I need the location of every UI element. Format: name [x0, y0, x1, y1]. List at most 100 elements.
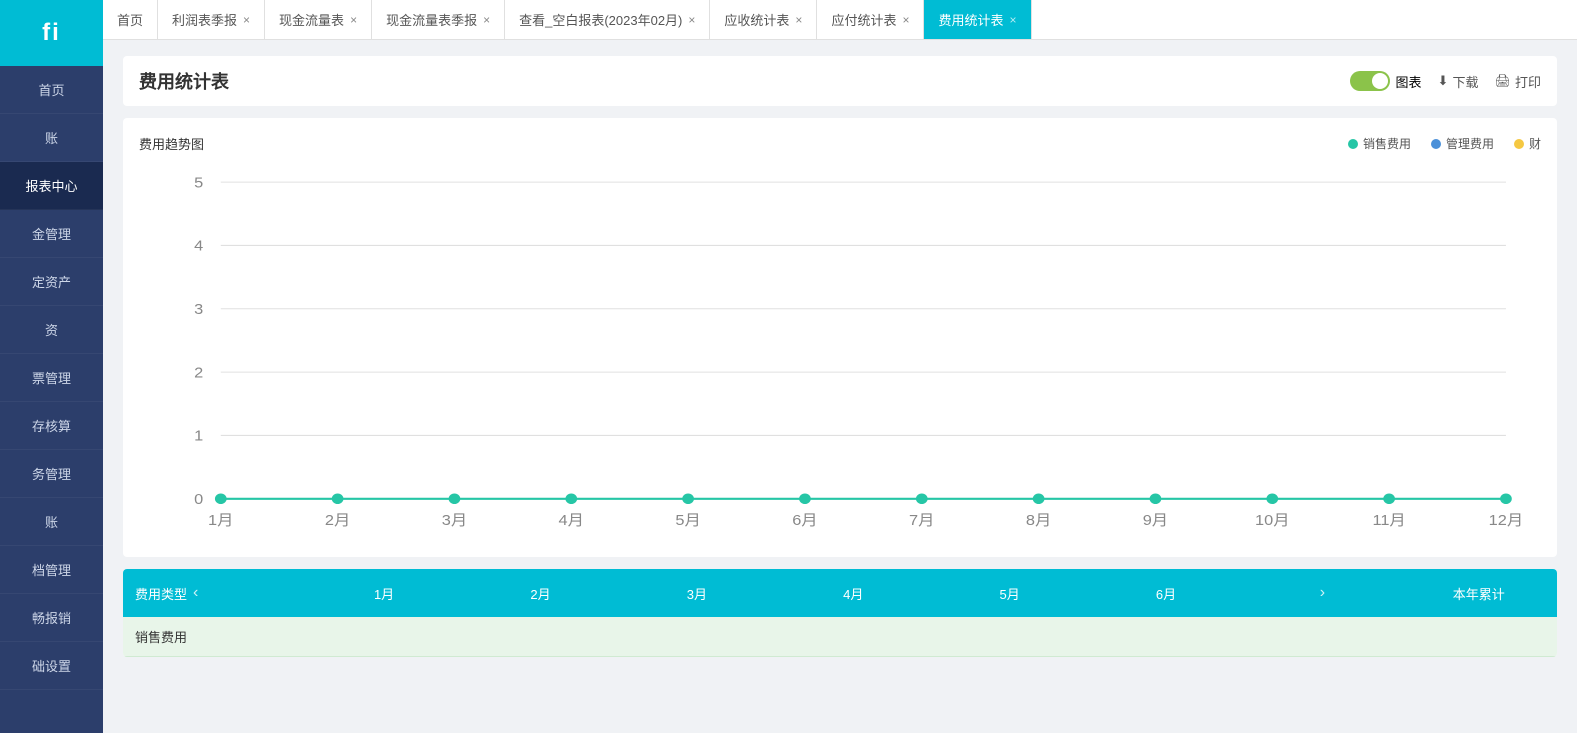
- table-prev-button[interactable]: ‹: [193, 584, 198, 602]
- svg-text:0: 0: [194, 492, 203, 508]
- svg-text:8月: 8月: [1026, 513, 1051, 529]
- close-icon[interactable]: ×: [1009, 13, 1016, 27]
- legend-dot-mgmt: [1431, 139, 1441, 149]
- legend-dot-sales: [1348, 139, 1358, 149]
- chart-title: 费用趋势图: [139, 134, 204, 153]
- chart-header: 费用趋势图 销售费用 管理费用 财: [139, 134, 1541, 153]
- sidebar-item-service-mgmt[interactable]: 务管理: [0, 450, 103, 498]
- chart-section: 费用趋势图 销售费用 管理费用 财: [123, 118, 1557, 557]
- td-m4: [775, 629, 931, 645]
- content-area: 费用统计表 图表 ⬇ 下载 🖨 打印 费用趋势图: [103, 40, 1577, 733]
- td-type: 销售费用: [123, 619, 306, 654]
- line-chart-svg: 0 1 2 3 4 5 1月 2月 3月 4月 5月 6月 7月 8月 9: [139, 161, 1541, 541]
- sidebar-item-basic-settings[interactable]: 础设置: [0, 642, 103, 690]
- svg-text:1月: 1月: [208, 513, 233, 529]
- td-next-placeholder: [1244, 629, 1400, 645]
- svg-text:5: 5: [194, 175, 203, 191]
- print-button[interactable]: 🖨 打印: [1494, 72, 1541, 91]
- svg-text:4月: 4月: [559, 513, 584, 529]
- svg-text:10月: 10月: [1255, 513, 1290, 529]
- th-m6: 6月: [1088, 574, 1244, 613]
- chart-container: 0 1 2 3 4 5 1月 2月 3月 4月 5月 6月 7月 8月 9: [139, 161, 1541, 541]
- close-icon[interactable]: ×: [243, 13, 250, 27]
- tab-payable-stat[interactable]: 应付统计表 ×: [817, 0, 924, 39]
- main-area: 首页 利润表季报 × 现金流量表 × 现金流量表季报 × 查看_空白报表(202…: [103, 0, 1577, 733]
- legend-finance: 财: [1514, 135, 1541, 152]
- td-m1: [306, 629, 462, 645]
- print-label: 打印: [1515, 72, 1541, 91]
- legend-mgmt: 管理费用: [1431, 135, 1494, 152]
- svg-text:7月: 7月: [909, 513, 934, 529]
- sidebar-item-home[interactable]: 首页: [0, 66, 103, 114]
- th-m5: 5月: [931, 574, 1087, 613]
- logo: fi: [0, 0, 103, 66]
- download-label: 下载: [1452, 72, 1478, 91]
- sidebar-item-sales-return[interactable]: 畅报销: [0, 594, 103, 642]
- sidebar-item-inventory[interactable]: 存核算: [0, 402, 103, 450]
- svg-text:2月: 2月: [325, 513, 350, 529]
- td-ytd: [1401, 629, 1557, 645]
- tab-cashflow-quarterly[interactable]: 现金流量表季报 ×: [372, 0, 505, 39]
- sidebar-item-fixed-assets[interactable]: 定资产: [0, 258, 103, 306]
- tab-profit-quarterly[interactable]: 利润表季报 ×: [158, 0, 265, 39]
- tab-bar: 首页 利润表季报 × 现金流量表 × 现金流量表季报 × 查看_空白报表(202…: [103, 0, 1577, 40]
- td-m2: [462, 629, 618, 645]
- legend-label-mgmt: 管理费用: [1446, 135, 1494, 152]
- th-ytd: 本年累计: [1401, 574, 1557, 613]
- tab-receivable[interactable]: 应收统计表 ×: [710, 0, 817, 39]
- th-m3: 3月: [619, 574, 775, 613]
- svg-text:3月: 3月: [442, 513, 467, 529]
- th-next[interactable]: ›: [1244, 574, 1400, 612]
- td-m6: [1088, 629, 1244, 645]
- table-header-row: 费用类型 ‹ 1月 2月 3月 4月 5月 6月 › 本年累计: [123, 569, 1557, 617]
- th-m1: 1月: [306, 574, 462, 613]
- sidebar-item-archive-mgmt[interactable]: 档管理: [0, 546, 103, 594]
- sidebar-item-payable[interactable]: 账: [0, 498, 103, 546]
- svg-text:6月: 6月: [792, 513, 817, 529]
- close-icon[interactable]: ×: [483, 13, 490, 27]
- close-icon[interactable]: ×: [902, 13, 909, 27]
- chart-toggle-wrap: 图表: [1350, 71, 1422, 91]
- sidebar-item-fund-mgmt[interactable]: 金管理: [0, 210, 103, 258]
- sidebar-item-report-center[interactable]: 报表中心: [0, 162, 103, 210]
- svg-text:3: 3: [194, 302, 203, 318]
- th-m4: 4月: [775, 574, 931, 613]
- legend-dot-finance: [1514, 139, 1524, 149]
- table-section: 费用类型 ‹ 1月 2月 3月 4月 5月 6月 › 本年累计 销售费用: [123, 569, 1557, 657]
- sidebar: fi 首页 账 报表中心 金管理 定资产 资 票管理 存核算 务管理 账 档管理…: [0, 0, 103, 733]
- close-icon[interactable]: ×: [688, 13, 695, 27]
- tab-home[interactable]: 首页: [103, 0, 158, 39]
- page-title: 费用统计表: [139, 68, 229, 94]
- legend-label-finance: 财: [1529, 135, 1541, 152]
- tab-blank-report[interactable]: 查看_空白报表(2023年02月) ×: [505, 0, 710, 39]
- legend-sales: 销售费用: [1348, 135, 1411, 152]
- download-icon: ⬇: [1438, 73, 1449, 89]
- svg-text:11月: 11月: [1372, 513, 1405, 529]
- print-icon: 🖨: [1494, 73, 1511, 89]
- table-next-button[interactable]: ›: [1320, 584, 1325, 601]
- th-m2: 2月: [462, 574, 618, 613]
- close-icon[interactable]: ×: [795, 13, 802, 27]
- sidebar-item-investment[interactable]: 资: [0, 306, 103, 354]
- svg-text:4: 4: [194, 238, 203, 254]
- page-header: 费用统计表 图表 ⬇ 下载 🖨 打印: [123, 56, 1557, 106]
- th-type: 费用类型 ‹: [123, 574, 306, 613]
- td-m5: [931, 629, 1087, 645]
- svg-text:9月: 9月: [1143, 513, 1168, 529]
- chart-legend: 销售费用 管理费用 财: [1348, 135, 1541, 152]
- tab-expense-stat[interactable]: 费用统计表 ×: [924, 0, 1031, 39]
- svg-text:2: 2: [194, 365, 203, 381]
- svg-text:12月: 12月: [1489, 513, 1524, 529]
- svg-text:1: 1: [194, 428, 203, 444]
- table-row: 销售费用: [123, 617, 1557, 657]
- td-m3: [619, 629, 775, 645]
- legend-label-sales: 销售费用: [1363, 135, 1411, 152]
- sidebar-item-account[interactable]: 账: [0, 114, 103, 162]
- svg-text:5月: 5月: [675, 513, 700, 529]
- close-icon[interactable]: ×: [350, 13, 357, 27]
- chart-toggle-label: 图表: [1396, 72, 1422, 91]
- tab-cashflow[interactable]: 现金流量表 ×: [265, 0, 372, 39]
- sidebar-item-invoice-mgmt[interactable]: 票管理: [0, 354, 103, 402]
- download-button[interactable]: ⬇ 下载: [1438, 72, 1479, 91]
- chart-toggle[interactable]: [1350, 71, 1390, 91]
